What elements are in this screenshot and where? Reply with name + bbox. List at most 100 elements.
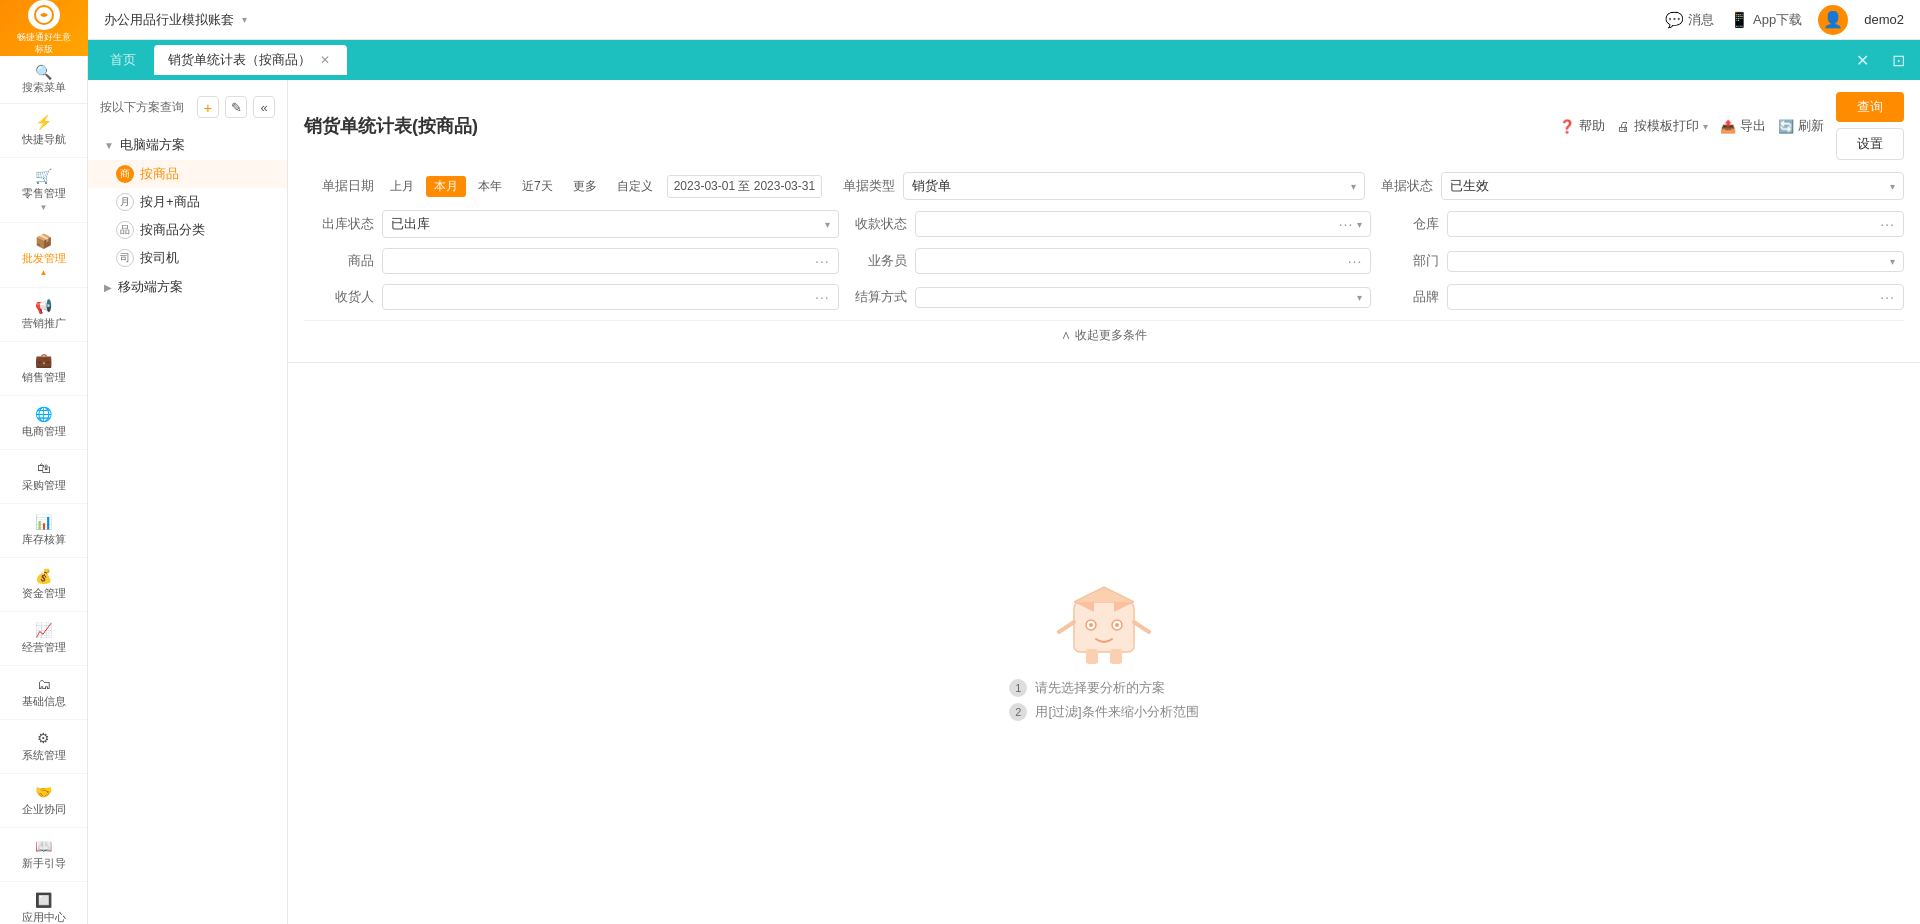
sidebar-item-inventory[interactable]: 📊 库存核算 xyxy=(0,504,87,558)
print-btn[interactable]: 🖨 按模板打印 ▾ xyxy=(1617,117,1708,135)
sidebar-item-marketing[interactable]: 📢 营销推广 xyxy=(0,288,87,342)
out-status-select[interactable]: 已出库 ▾ xyxy=(382,210,839,238)
date-tab-last-month[interactable]: 上月 xyxy=(382,176,422,197)
export-icon: 📤 xyxy=(1720,119,1736,134)
tip-text-2: 用[过滤]条件来缩小分析范围 xyxy=(1035,703,1198,721)
add-scheme-btn[interactable]: + xyxy=(197,96,219,118)
date-range-display[interactable]: 2023-03-01 至 2023-03-31 xyxy=(667,175,822,198)
app-logo-text: 畅捷通好生意 xyxy=(17,32,71,43)
collapse-panel-btn[interactable]: « xyxy=(253,96,275,118)
sidebar-item-wholesale[interactable]: 📦 批发管理 ▲ xyxy=(0,223,87,288)
sidebar-item-guide[interactable]: 📖 新手引导 xyxy=(0,828,87,882)
collapse-filters-btn[interactable]: ∧ 收起更多条件 xyxy=(304,320,1904,350)
tab-sales-stat-label: 销货单统计表（按商品） xyxy=(168,51,311,69)
date-tab-more[interactable]: 更多 xyxy=(565,176,605,197)
page-title-bar: 销货单统计表(按商品) ❓ 帮助 🖨 按模板打印 ▾ xyxy=(304,92,1904,160)
sidebar-item-app-center[interactable]: 🔲 应用中心 xyxy=(0,882,87,924)
bill-type-select[interactable]: 销货单 ▾ xyxy=(903,172,1366,200)
sidebar-item-enterprise[interactable]: 🤝 企业协同 xyxy=(0,774,87,828)
sidebar-item-system[interactable]: ⚙ 系统管理 xyxy=(0,720,87,774)
date-tab-custom[interactable]: 自定义 xyxy=(609,176,661,197)
settle-select[interactable]: ▾ xyxy=(915,287,1372,308)
top-header: 办公用品行业模拟账套 ▾ 💬 消息 📱 App下载 👤 demo2 xyxy=(88,0,1920,40)
bill-status-select[interactable]: 已生效 ▾ xyxy=(1441,172,1904,200)
app-download-btn[interactable]: 📱 App下载 xyxy=(1730,11,1802,29)
tab-close-btn[interactable]: ✕ xyxy=(317,52,333,68)
product-select[interactable]: ··· xyxy=(382,248,839,274)
help-btn[interactable]: ❓ 帮助 xyxy=(1559,117,1605,135)
warehouse-label: 仓库 xyxy=(1379,215,1439,233)
tree-by-driver[interactable]: 司 按司机 xyxy=(88,244,287,272)
by-product-icon: 商 xyxy=(116,165,134,183)
print-icon: 🖨 xyxy=(1617,119,1630,134)
tab-minimize-btn[interactable]: ✕ xyxy=(1848,46,1876,74)
product-dots-icon: ··· xyxy=(815,253,830,269)
left-panel-title: 按以下方案查询 xyxy=(100,99,184,116)
by-product-label: 按商品 xyxy=(140,165,179,183)
message-label: 消息 xyxy=(1688,11,1714,29)
refresh-btn[interactable]: 🔄 刷新 xyxy=(1778,117,1824,135)
sidebar-item-purchase[interactable]: 🛍 采购管理 xyxy=(0,450,87,504)
tree-desktop-label: 电脑端方案 xyxy=(120,136,185,154)
warehouse-select[interactable]: ··· xyxy=(1447,211,1904,237)
message-btn[interactable]: 💬 消息 xyxy=(1665,11,1714,29)
sidebar-item-sales[interactable]: 💼 销售管理 xyxy=(0,342,87,396)
tip-num-2: 2 xyxy=(1009,703,1027,721)
tab-sales-stat[interactable]: 销货单统计表（按商品） ✕ xyxy=(154,45,347,75)
sidebar-search[interactable]: 🔍 搜索菜单 xyxy=(0,56,87,104)
receiver-label: 收货人 xyxy=(304,288,374,306)
tab-home[interactable]: 首页 xyxy=(96,45,150,75)
by-category-icon: 品 xyxy=(116,221,134,239)
settings-btn[interactable]: 设置 xyxy=(1836,128,1904,160)
query-btn[interactable]: 查询 xyxy=(1836,92,1904,122)
tree-by-product[interactable]: 商 按商品 xyxy=(88,160,287,188)
sales-label: 销售管理 xyxy=(22,370,66,385)
tree-by-month-product[interactable]: 月 按月+商品 xyxy=(88,188,287,216)
date-tab-this-month[interactable]: 本月 xyxy=(426,176,466,197)
user-avatar[interactable]: 👤 xyxy=(1818,5,1848,35)
app-dropdown-arrow[interactable]: ▾ xyxy=(242,14,247,25)
tab-bar-actions: ✕ ⊡ xyxy=(1848,46,1912,74)
dept-select[interactable]: ▾ xyxy=(1447,251,1904,272)
empty-tip-2: 2 用[过滤]条件来缩小分析范围 xyxy=(1009,703,1198,721)
export-btn[interactable]: 📤 导出 xyxy=(1720,117,1766,135)
print-dropdown-icon[interactable]: ▾ xyxy=(1703,121,1708,132)
bill-type-label: 单据类型 xyxy=(835,177,895,195)
date-tab-this-year[interactable]: 本年 xyxy=(470,176,510,197)
sidebar-item-finance[interactable]: 💰 资金管理 xyxy=(0,558,87,612)
sidebar-item-operations[interactable]: 📈 经营管理 xyxy=(0,612,87,666)
user-name[interactable]: demo2 xyxy=(1864,12,1904,27)
tree-desktop[interactable]: ▼ 电脑端方案 xyxy=(88,130,287,160)
sidebar-item-ecommerce[interactable]: 🌐 电商管理 xyxy=(0,396,87,450)
tree-arrow-icon-mobile: ▶ xyxy=(104,282,112,293)
svg-line-7 xyxy=(1134,622,1149,632)
help-icon: ❓ xyxy=(1559,119,1575,134)
empty-tip-1: 1 请先选择要分析的方案 xyxy=(1009,679,1198,697)
page-content: 按以下方案查询 + ✎ « ▼ 电脑端方案 商 按商品 xyxy=(88,80,1920,924)
dept-label: 部门 xyxy=(1379,252,1439,270)
header-left: 办公用品行业模拟账套 ▾ xyxy=(104,11,247,29)
sidebar-item-retail[interactable]: 🛒 零售管理 ▼ xyxy=(0,158,87,223)
tree-by-product-category[interactable]: 品 按商品分类 xyxy=(88,216,287,244)
system-label: 系统管理 xyxy=(22,748,66,763)
date-tab-7days[interactable]: 近7天 xyxy=(514,176,561,197)
print-label: 按模板打印 xyxy=(1634,117,1699,135)
filter-area: 销货单统计表(按商品) ❓ 帮助 🖨 按模板打印 ▾ xyxy=(288,80,1920,363)
svg-rect-1 xyxy=(1074,602,1134,652)
svg-point-5 xyxy=(1115,623,1119,627)
svg-rect-9 xyxy=(1110,649,1122,664)
brand-select[interactable]: ··· xyxy=(1447,284,1904,310)
edit-scheme-btn[interactable]: ✎ xyxy=(225,96,247,118)
sidebar-item-quick-nav[interactable]: ⚡ 快捷导航 xyxy=(0,104,87,158)
svg-rect-8 xyxy=(1086,649,1098,664)
left-panel-actions: + ✎ « xyxy=(197,96,275,118)
app-logo[interactable]: 畅捷通好生意 标版 xyxy=(0,0,88,56)
receiver-select[interactable]: ··· xyxy=(382,284,839,310)
tree-mobile[interactable]: ▶ 移动端方案 xyxy=(88,272,287,302)
salesperson-select[interactable]: ··· xyxy=(915,248,1372,274)
empty-illustration xyxy=(1044,567,1164,667)
quick-nav-label: 快捷导航 xyxy=(22,132,66,147)
collect-status-select[interactable]: ··· ▾ xyxy=(915,211,1372,237)
tab-maximize-btn[interactable]: ⊡ xyxy=(1884,46,1912,74)
sidebar-item-basic[interactable]: 🗂 基础信息 xyxy=(0,666,87,720)
